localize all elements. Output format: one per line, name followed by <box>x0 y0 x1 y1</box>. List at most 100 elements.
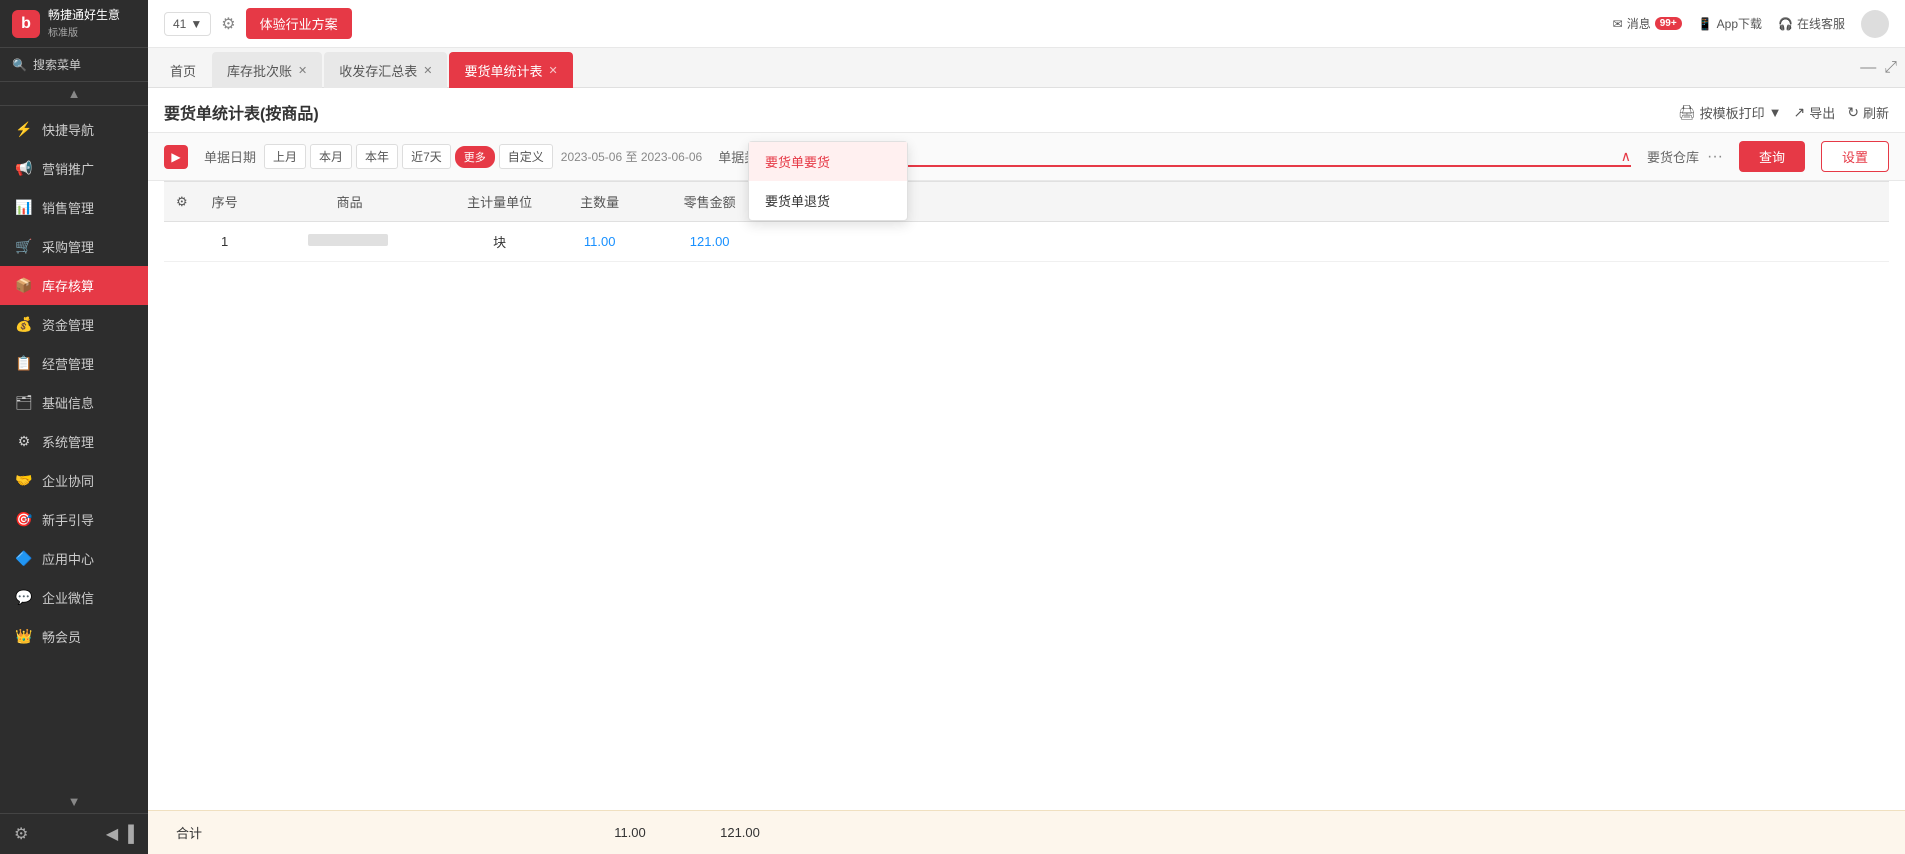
export-btn[interactable]: ↗ 导出 <box>1794 103 1836 122</box>
marketing-icon: 📢 <box>14 160 34 177</box>
selector-chevron-icon: ▼ <box>190 17 202 31</box>
sidebar-scroll-down[interactable]: ▼ <box>0 790 148 813</box>
tab-batch-account[interactable]: 库存批次账 ✕ <box>212 52 322 88</box>
date-this-year-btn[interactable]: 本年 <box>356 144 398 169</box>
settings-icon[interactable]: ⚙ <box>14 824 28 844</box>
tab-receive-summary[interactable]: 收发存汇总表 ✕ <box>324 52 447 88</box>
messages-btn[interactable]: ✉ 消息 99+ <box>1613 15 1682 32</box>
sidebar-scroll-up[interactable]: ▲ <box>0 82 148 106</box>
sidebar-item-wechat[interactable]: 💬 企业微信 <box>0 578 148 617</box>
refresh-btn[interactable]: ↻ 刷新 <box>1847 103 1889 122</box>
row-settings <box>164 222 200 262</box>
col-settings-header[interactable]: ⚙ <box>164 182 200 222</box>
date-up-month-btn[interactable]: 上月 <box>264 144 306 169</box>
row-unit: 块 <box>450 222 550 262</box>
online-service-btn[interactable]: 🎧 在线客服 <box>1778 15 1845 32</box>
table-row: 1 块 11.00 121.00 <box>164 222 1889 262</box>
sidebar-item-marketing[interactable]: 📢 营销推广 <box>0 149 148 188</box>
print-btn[interactable]: 🖨 按模板打印 ▼ <box>1678 103 1782 122</box>
sidebar-footer: ⚙ ◀ ▐ <box>0 813 148 854</box>
phone-icon: 📱 <box>1698 17 1713 31</box>
warehouse-more-icon[interactable]: ··· <box>1707 148 1723 166</box>
tabbar: 首页 库存批次账 ✕ 收发存汇总表 ✕ 要货单统计表 ✕ — ⤢ <box>148 48 1905 88</box>
setup-btn[interactable]: 设置 <box>1821 141 1889 172</box>
row-num: 1 <box>200 222 250 262</box>
row-amount[interactable]: 121.00 <box>650 222 770 262</box>
col-qty-header: 主数量 <box>550 182 650 222</box>
row-product <box>250 222 450 262</box>
message-icon: ✉ <box>1613 17 1623 31</box>
tab-home[interactable]: 首页 <box>156 53 210 88</box>
sidebar-item-guide[interactable]: 🎯 新手引导 <box>0 500 148 539</box>
footer-total-label: 合计 <box>164 823 214 842</box>
tabbar-right-btns: — ⤢ <box>1860 59 1897 77</box>
data-table: ⚙ 序号 商品 主计量单位 主数量 零售金额 1 <box>164 181 1889 262</box>
date-7days-btn[interactable]: 近7天 <box>402 144 451 169</box>
topbar: 41 ▼ ⚙ 体验行业方案 ✉ 消息 99+ 📱 App下载 🎧 在线客服 <box>148 0 1905 48</box>
sidebar-item-system[interactable]: ⚙ 系统管理 <box>0 422 148 461</box>
query-btn[interactable]: 查询 <box>1739 141 1805 172</box>
sidebar-item-appstore[interactable]: 🔷 应用中心 <box>0 539 148 578</box>
topbar-right: ✉ 消息 99+ 📱 App下载 🎧 在线客服 <box>1613 10 1889 38</box>
page-content: 要货单统计表(按商品) 🖨 按模板打印 ▼ ↗ 导出 ↻ 刷新 ▶ <box>148 88 1905 854</box>
app-logo: b 畅捷通好生意 标准版 <box>0 0 148 48</box>
tab-close-batch-account[interactable]: ✕ <box>298 64 307 77</box>
user-avatar[interactable] <box>1861 10 1889 38</box>
date-this-month-btn[interactable]: 本月 <box>310 144 352 169</box>
sidebar-item-finance[interactable]: 💰 资金管理 <box>0 305 148 344</box>
filter-expand-btn[interactable]: ▶ <box>164 145 188 169</box>
app-download-btn[interactable]: 📱 App下载 <box>1698 15 1762 32</box>
col-product-header: 商品 <box>250 182 450 222</box>
wechat-icon: 💬 <box>14 589 34 606</box>
sidebar-item-operation[interactable]: 📋 经营管理 <box>0 344 148 383</box>
sidebar-item-inventory[interactable]: 📦 库存核算 <box>0 266 148 305</box>
topbar-settings-icon[interactable]: ⚙ <box>221 14 235 34</box>
tab-expand-icon[interactable]: ⤢ <box>1884 59 1897 77</box>
purchase-icon: 🛒 <box>14 238 34 255</box>
page-title: 要货单统计表(按商品) <box>164 100 319 124</box>
date-more-btn[interactable]: 更多 <box>455 146 495 168</box>
sidebar-item-vip[interactable]: 👑 畅会员 <box>0 617 148 656</box>
col-num-header: 序号 <box>200 182 250 222</box>
sidebar: b 畅捷通好生意 标准版 🔍 搜索菜单 ▲ ⚡ 快捷导航 📢 营销推广 📊 销售… <box>0 0 148 854</box>
dropdown-item-order-return[interactable]: 要货单退货 <box>749 181 907 220</box>
logo-text: 畅捷通好生意 标准版 <box>48 8 120 39</box>
sales-icon: 📊 <box>14 199 34 216</box>
tab-close-order-summary[interactable]: ✕ <box>549 64 558 77</box>
finance-icon: 💰 <box>14 316 34 333</box>
quick-nav-icon: ⚡ <box>14 121 34 138</box>
date-range-display: 2023-05-06 至 2023-06-06 <box>561 148 702 165</box>
date-custom-btn[interactable]: 自定义 <box>499 144 553 169</box>
operation-icon: 📋 <box>14 355 34 372</box>
footer-total-qty: 11.00 <box>580 825 680 840</box>
sidebar-item-sales[interactable]: 📊 销售管理 <box>0 188 148 227</box>
inventory-icon: 📦 <box>14 277 34 294</box>
product-placeholder <box>308 234 388 246</box>
sidebar-item-basic[interactable]: 🗂 基础信息 <box>0 383 148 422</box>
industry-btn[interactable]: 体验行业方案 <box>246 8 352 39</box>
refresh-icon: ↻ <box>1847 104 1859 121</box>
tab-close-receive-summary[interactable]: ✕ <box>423 64 432 77</box>
search-menu[interactable]: 🔍 搜索菜单 <box>0 48 148 82</box>
tab-minimize-icon[interactable]: — <box>1860 59 1876 77</box>
filter-bar: ▶ 单据日期 上月 本月 本年 近7天 更多 自定义 2023-05-06 至 … <box>148 132 1905 181</box>
row-qty[interactable]: 11.00 <box>550 222 650 262</box>
type-clear-icon[interactable]: ∧ <box>1621 148 1631 165</box>
guide-icon: 🎯 <box>14 511 34 528</box>
sidebar-item-quick-nav[interactable]: ⚡ 快捷导航 <box>0 110 148 149</box>
table-header-row: ⚙ 序号 商品 主计量单位 主数量 零售金额 <box>164 182 1889 222</box>
date-shortcuts: 上月 本月 本年 近7天 更多 自定义 <box>264 144 553 169</box>
print-icon: 🖨 <box>1678 104 1696 121</box>
col-unit-header: 主计量单位 <box>450 182 550 222</box>
collapse-icon[interactable]: ◀ ▐ <box>106 824 134 844</box>
table-footer: 合计 11.00 121.00 <box>148 810 1905 854</box>
company-selector[interactable]: 41 ▼ <box>164 12 211 36</box>
topbar-left: 41 ▼ ⚙ 体验行业方案 <box>164 8 352 39</box>
sidebar-item-purchase[interactable]: 🛒 采购管理 <box>0 227 148 266</box>
appstore-icon: 🔷 <box>14 550 34 567</box>
tab-order-summary[interactable]: 要货单统计表 ✕ <box>449 52 572 88</box>
sidebar-item-enterprise[interactable]: 🤝 企业协同 <box>0 461 148 500</box>
date-filter-group: 单据日期 上月 本月 本年 近7天 更多 自定义 2023-05-06 至 20… <box>204 144 702 169</box>
dropdown-item-order-goods[interactable]: 要货单要货 <box>749 142 907 181</box>
search-icon: 🔍 <box>12 58 27 72</box>
